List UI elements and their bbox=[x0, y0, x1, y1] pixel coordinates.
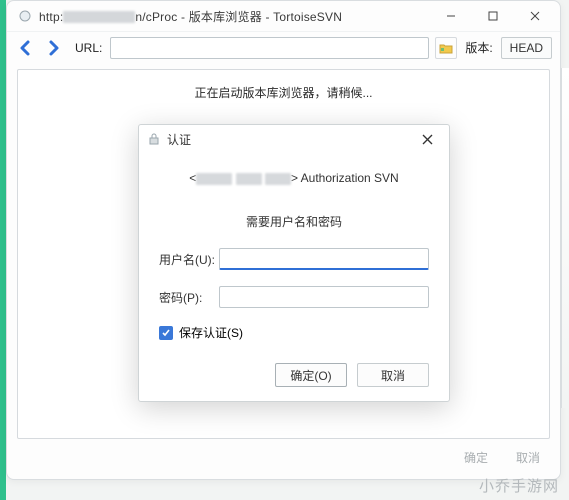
title-suffix: n/cProc - 版本库浏览器 - TortoiseSVN bbox=[135, 10, 342, 24]
title-censored bbox=[63, 11, 135, 23]
username-input[interactable] bbox=[219, 248, 429, 270]
watermark: 小乔手游网 bbox=[479, 475, 559, 496]
save-auth-label: 保存认证(S) bbox=[179, 324, 243, 341]
password-label: 密码(P): bbox=[159, 289, 219, 306]
censored-host bbox=[265, 173, 291, 185]
auth-dialog: 认证 < > Authorization SVN 需要用户名和密码 用户名(U)… bbox=[138, 124, 450, 402]
browse-folder-button[interactable] bbox=[435, 37, 457, 59]
url-input[interactable] bbox=[110, 37, 429, 59]
auth-suffix: > Authorization SVN bbox=[291, 171, 399, 185]
close-button[interactable] bbox=[514, 2, 556, 30]
censored-host bbox=[236, 173, 262, 185]
dialog-body: < > Authorization SVN 需要用户名和密码 用户名(U): 密… bbox=[139, 153, 449, 401]
censored-host bbox=[196, 173, 232, 185]
toolbar: URL: 版本: HEAD bbox=[7, 31, 560, 63]
window-title: http: n/cProc - 版本库浏览器 - TortoiseSVN bbox=[39, 8, 342, 25]
side-panel-peek bbox=[561, 68, 569, 408]
minimize-button[interactable] bbox=[430, 2, 472, 30]
footer-bar: 确定 取消 bbox=[17, 443, 550, 471]
password-input[interactable] bbox=[219, 286, 429, 308]
cancel-button[interactable]: 取消 bbox=[357, 363, 429, 387]
version-label: 版本: bbox=[465, 39, 492, 56]
head-button[interactable]: HEAD bbox=[501, 37, 552, 59]
save-auth-checkbox[interactable] bbox=[159, 326, 173, 340]
auth-server-line: < > Authorization SVN bbox=[159, 171, 429, 185]
ok-button[interactable]: 确定(O) bbox=[275, 363, 347, 387]
app-icon bbox=[17, 8, 33, 24]
credentials-prompt: 需要用户名和密码 bbox=[159, 213, 429, 230]
username-row: 用户名(U): bbox=[159, 248, 429, 270]
nav-forward-button[interactable] bbox=[43, 37, 65, 59]
save-auth-row: 保存认证(S) bbox=[159, 324, 429, 341]
dialog-title: 认证 bbox=[167, 131, 191, 148]
title-bar: http: n/cProc - 版本库浏览器 - TortoiseSVN bbox=[7, 1, 560, 31]
loading-message: 正在启动版本库浏览器，请稍候... bbox=[18, 84, 549, 101]
username-label: 用户名(U): bbox=[159, 251, 219, 268]
password-row: 密码(P): bbox=[159, 286, 429, 308]
dialog-title-bar: 认证 bbox=[139, 125, 449, 153]
dialog-buttons: 确定(O) 取消 bbox=[159, 363, 429, 387]
dialog-close-button[interactable] bbox=[413, 127, 441, 151]
url-label: URL: bbox=[75, 41, 102, 55]
nav-back-button[interactable] bbox=[15, 37, 37, 59]
footer-cancel-hint: 取消 bbox=[516, 449, 540, 466]
maximize-button[interactable] bbox=[472, 2, 514, 30]
title-prefix: http: bbox=[39, 10, 63, 24]
footer-ok-hint: 确定 bbox=[464, 449, 488, 466]
lock-icon bbox=[147, 132, 161, 146]
